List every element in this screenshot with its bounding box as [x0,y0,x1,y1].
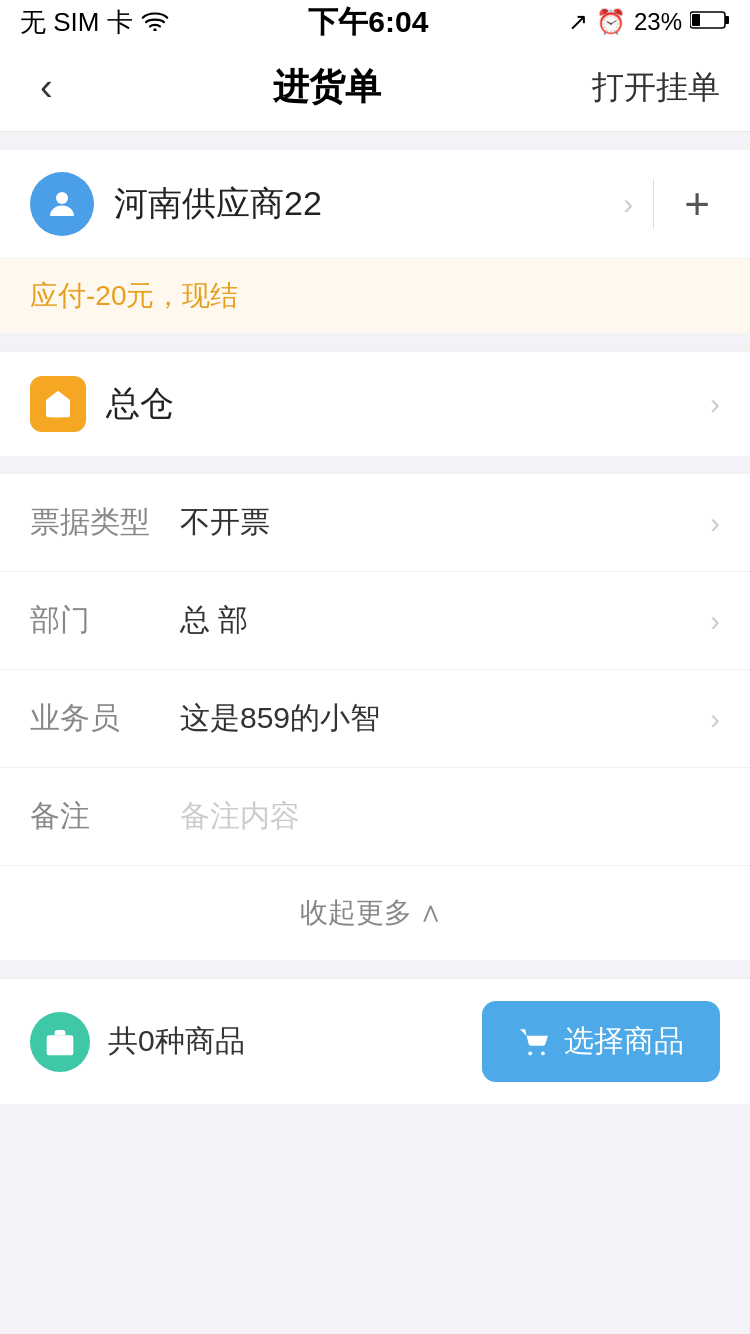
invoice-type-row[interactable]: 票据类型 不开票 › [0,474,750,571]
vertical-divider [653,179,654,229]
status-bar: 无 SIM 卡 下午6:04 ↗ ⏰ 23% [0,0,750,44]
status-right: ↗ ⏰ 23% [568,8,730,36]
add-button[interactable]: + [674,182,720,226]
remaining-space [0,1104,750,1334]
chevron-right-icon-3: › [710,506,720,540]
open-pending-button[interactable]: 打开挂单 [592,66,720,110]
status-left: 无 SIM 卡 [20,5,169,40]
select-product-button[interactable]: 选择商品 [482,1001,720,1082]
department-value: 总 部 [180,600,710,641]
nav-bar: ‹ 进货单 打开挂单 [0,44,750,132]
product-icon [44,1026,76,1058]
remark-row[interactable]: 备注 备注内容 [0,767,750,865]
status-time: 下午6:04 [308,2,428,43]
warehouse-icon-bg [30,376,86,432]
svg-point-11 [541,1051,545,1055]
warehouse-name: 总仓 [106,381,710,427]
battery-icon [690,8,730,36]
department-label: 部门 [30,600,180,641]
supplier-name: 河南供应商22 [114,181,623,227]
battery-label: 23% [634,8,682,36]
bottom-bar: 共0种商品 选择商品 [0,978,750,1104]
svg-rect-5 [47,1035,74,1055]
remark-label: 备注 [30,796,180,837]
svg-rect-3 [692,14,700,26]
supplier-section: 河南供应商22 › + 应付-20元，现结 [0,150,750,333]
wifi-icon [141,7,169,38]
department-row[interactable]: 部门 总 部 › [0,571,750,669]
salesperson-label: 业务员 [30,698,180,739]
invoice-type-label: 票据类型 [30,502,180,543]
alarm-icon: ⏰ [596,8,626,36]
invoice-type-value: 不开票 [180,502,710,543]
warehouse-row[interactable]: 总仓 › [0,351,750,456]
collapse-row[interactable]: 收起更多 ∧ [0,865,750,960]
location-icon: ↗ [568,8,588,36]
chevron-right-icon-5: › [710,702,720,736]
salesperson-value: 这是859的小智 [180,698,710,739]
product-count-area: 共0种商品 [30,1012,245,1072]
svg-point-0 [153,28,156,31]
user-icon [44,186,80,222]
product-count-label: 共0种商品 [108,1021,245,1062]
warehouse-icon [42,388,74,420]
collapse-text: 收起更多 ∧ [300,894,443,932]
product-icon-bg [30,1012,90,1072]
carrier-label: 无 SIM 卡 [20,5,133,40]
svg-point-4 [56,192,68,204]
notice-banner: 应付-20元，现结 [0,259,750,333]
chevron-right-icon-2: › [710,387,720,421]
page-title: 进货单 [273,63,381,112]
salesperson-row[interactable]: 业务员 这是859的小智 › [0,669,750,767]
svg-rect-2 [725,16,729,24]
separator-top [0,132,750,150]
supplier-row[interactable]: 河南供应商22 › + [0,150,750,259]
select-product-label: 选择商品 [564,1021,684,1062]
svg-point-10 [528,1051,532,1055]
separator-2 [0,333,750,351]
warehouse-section: 总仓 › [0,351,750,456]
chevron-right-icon: › [623,187,633,221]
remark-input[interactable]: 备注内容 [180,796,720,837]
cart-icon [518,1028,550,1056]
form-section: 票据类型 不开票 › 部门 总 部 › 业务员 这是859的小智 › 备注 备注… [0,474,750,960]
chevron-right-icon-4: › [710,604,720,638]
separator-3 [0,456,750,474]
back-button[interactable]: ‹ [30,56,63,119]
supplier-avatar [30,172,94,236]
